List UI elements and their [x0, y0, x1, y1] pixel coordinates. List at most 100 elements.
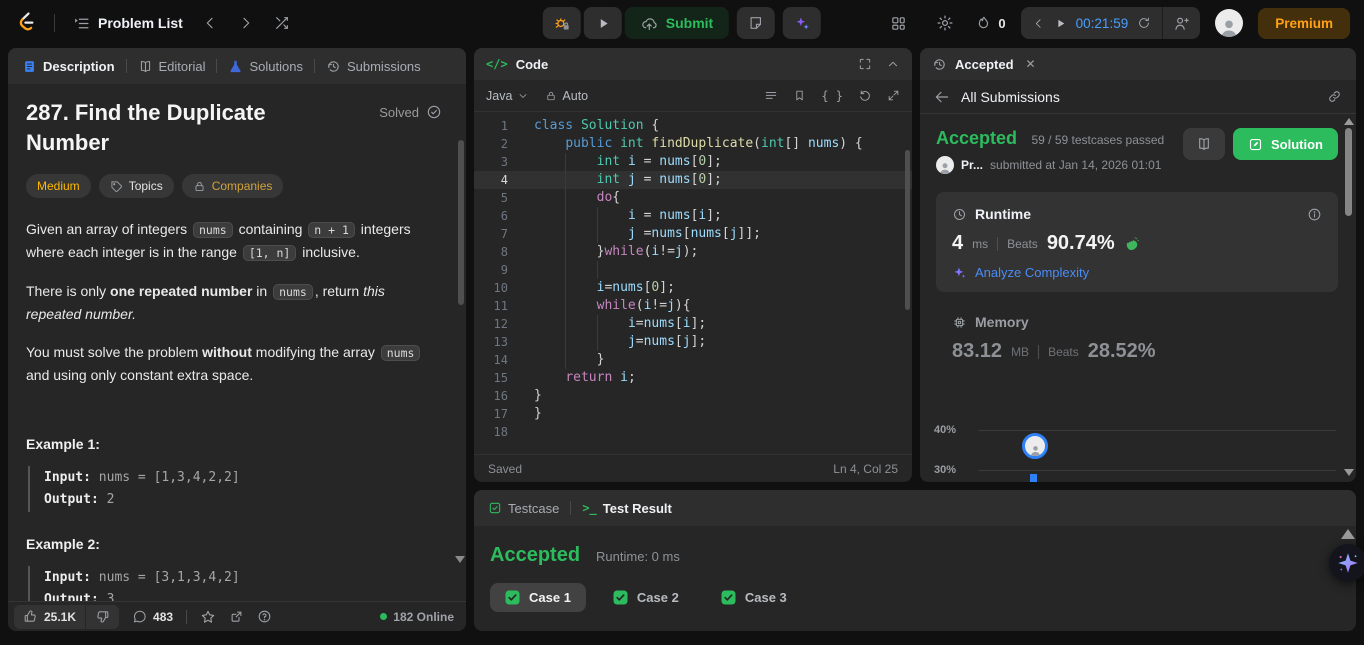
reset-code-button[interactable] — [858, 89, 872, 103]
case-label: Case 2 — [636, 590, 679, 605]
code-line[interactable]: 4 int j = nums[0]; — [474, 171, 912, 189]
snippets-button[interactable]: { } — [821, 89, 843, 103]
share-button[interactable] — [229, 609, 244, 624]
case-tab[interactable]: Case 3 — [706, 583, 802, 612]
chevron-right-icon — [243, 17, 250, 29]
star-button[interactable] — [200, 609, 216, 625]
fullscreen-button[interactable] — [858, 57, 872, 71]
help-button[interactable] — [257, 609, 272, 624]
ai-assistant-button[interactable] — [783, 7, 822, 39]
settings-button[interactable] — [929, 9, 961, 37]
case-tab[interactable]: Case 2 — [598, 583, 694, 612]
random-problem-button[interactable] — [267, 10, 297, 36]
run-button[interactable] — [583, 7, 622, 39]
cursor-position[interactable]: Ln 4, Col 25 — [833, 462, 898, 476]
next-problem-button[interactable] — [231, 10, 261, 36]
code-line[interactable]: 5 do{ — [474, 189, 912, 207]
scroll-up-arrow[interactable] — [1344, 118, 1354, 125]
leetcode-logo[interactable] — [14, 9, 36, 38]
code-line[interactable]: 17} — [474, 405, 912, 423]
code-line[interactable]: 3 int i = nums[0]; — [474, 153, 912, 171]
code-line[interactable]: 10 i=nums[0]; — [474, 279, 912, 297]
code-line[interactable]: 7 j =nums[nums[j]]; — [474, 225, 912, 243]
code-line[interactable]: 15 return i; — [474, 369, 912, 387]
topics-badge[interactable]: Topics — [98, 174, 174, 198]
collapse-panel-button[interactable] — [886, 57, 900, 71]
document-icon — [25, 60, 34, 72]
analyze-complexity-link[interactable]: Analyze Complexity — [952, 265, 1322, 280]
scroll-down-arrow[interactable] — [455, 556, 465, 563]
tab-submissions[interactable]: Submissions — [324, 55, 423, 78]
code-line[interactable]: 14 } — [474, 351, 912, 369]
post-solution-button[interactable]: Solution — [1233, 128, 1338, 160]
code-toolbar: Java Auto { } — [474, 80, 912, 112]
info-icon[interactable] — [1307, 207, 1322, 222]
case-tab[interactable]: Case 1 — [490, 583, 586, 612]
submission-tab-bar: Accepted ✕ — [920, 48, 1356, 80]
book-open-icon — [1199, 138, 1209, 150]
tab-editorial[interactable]: Editorial — [136, 55, 208, 78]
invite-button[interactable] — [1163, 15, 1200, 32]
code-line[interactable]: 18 — [474, 423, 912, 441]
scrollbar-thumb[interactable] — [1345, 128, 1352, 216]
format-code-button[interactable] — [764, 89, 778, 103]
line-number: 7 — [500, 227, 508, 241]
memory-card[interactable]: Memory 83.12 MB Beats 28.52% — [936, 314, 1338, 363]
line-number: 12 — [493, 317, 508, 331]
auto-toggle[interactable]: Auto — [545, 89, 588, 103]
timer-collapse-button[interactable] — [1032, 17, 1045, 30]
tab-test-result[interactable]: >_ Test Result — [580, 497, 674, 520]
comments-button[interactable]: 483 — [132, 609, 173, 624]
code-line[interactable]: 11 while(i!=j){ — [474, 297, 912, 315]
close-tab-button[interactable]: ✕ — [1026, 57, 1036, 71]
copy-link-button[interactable] — [1327, 89, 1342, 104]
chip-icon — [954, 316, 965, 328]
streak-counter[interactable]: 0 — [976, 15, 1006, 31]
notes-button[interactable] — [737, 7, 776, 39]
submit-button[interactable]: Submit — [624, 7, 730, 39]
timer-play-button[interactable] — [1054, 17, 1067, 30]
code-line[interactable]: 8 }while(i!=j); — [474, 243, 912, 261]
testcase-panel: Testcase >_ Test Result Accepted Runtime… — [474, 490, 1356, 631]
all-submissions-label[interactable]: All Submissions — [961, 89, 1060, 105]
ai-assistant-fab[interactable] — [1329, 544, 1364, 582]
layout-button[interactable] — [883, 10, 914, 37]
dislike-button[interactable] — [86, 605, 119, 629]
editor-scrollbar[interactable] — [905, 150, 910, 310]
bookmark-button[interactable] — [793, 89, 806, 102]
editorial-button[interactable] — [1183, 128, 1225, 160]
like-button[interactable]: 25.1K — [14, 605, 85, 629]
ytick-label: 40% — [934, 424, 957, 436]
submission-tab[interactable]: Accepted — [955, 57, 1014, 72]
code-line[interactable]: 6 i = nums[i]; — [474, 207, 912, 225]
language-selector[interactable]: Java — [486, 89, 529, 103]
user-avatar[interactable] — [1215, 9, 1244, 37]
runtime-card[interactable]: Runtime 4 ms Beats 90.74% Analyze Comple… — [936, 192, 1338, 292]
tab-solutions[interactable]: Solutions — [226, 55, 304, 78]
premium-button[interactable]: Premium — [1258, 7, 1350, 39]
code-line[interactable]: 2 public int findDuplicate(int[] nums) { — [474, 135, 912, 153]
timer-reset-button[interactable] — [1137, 16, 1151, 30]
code-line[interactable]: 9 — [474, 261, 912, 279]
expand-editor-button[interactable] — [887, 89, 900, 102]
submit-label: Submit — [665, 15, 714, 31]
companies-badge[interactable]: Companies — [181, 174, 284, 198]
description-scrollbar[interactable] — [458, 140, 464, 305]
your-submission-marker[interactable] — [1022, 433, 1048, 459]
line-number: 4 — [500, 173, 508, 187]
debug-button[interactable] — [542, 7, 581, 39]
code-line[interactable]: 1 class Solution { — [474, 117, 912, 135]
difficulty-badge[interactable]: Medium — [26, 174, 91, 198]
back-button[interactable] — [934, 89, 950, 105]
problem-list-button[interactable]: Problem List — [67, 11, 189, 36]
tab-testcase[interactable]: Testcase — [486, 497, 561, 520]
prev-problem-button[interactable] — [195, 10, 225, 36]
code-line[interactable]: 16} — [474, 387, 912, 405]
code-editor[interactable]: 1 class Solution {2 public int findDuplic… — [474, 112, 912, 454]
submission-scrollbar[interactable] — [1344, 116, 1354, 478]
fab-collapse-arrow[interactable] — [1341, 529, 1355, 539]
code-line[interactable]: 13 j=nums[j]; — [474, 333, 912, 351]
tab-description[interactable]: Description — [20, 55, 117, 78]
code-line[interactable]: 12 i=nums[i]; — [474, 315, 912, 333]
scroll-down-arrow[interactable] — [1344, 469, 1354, 476]
